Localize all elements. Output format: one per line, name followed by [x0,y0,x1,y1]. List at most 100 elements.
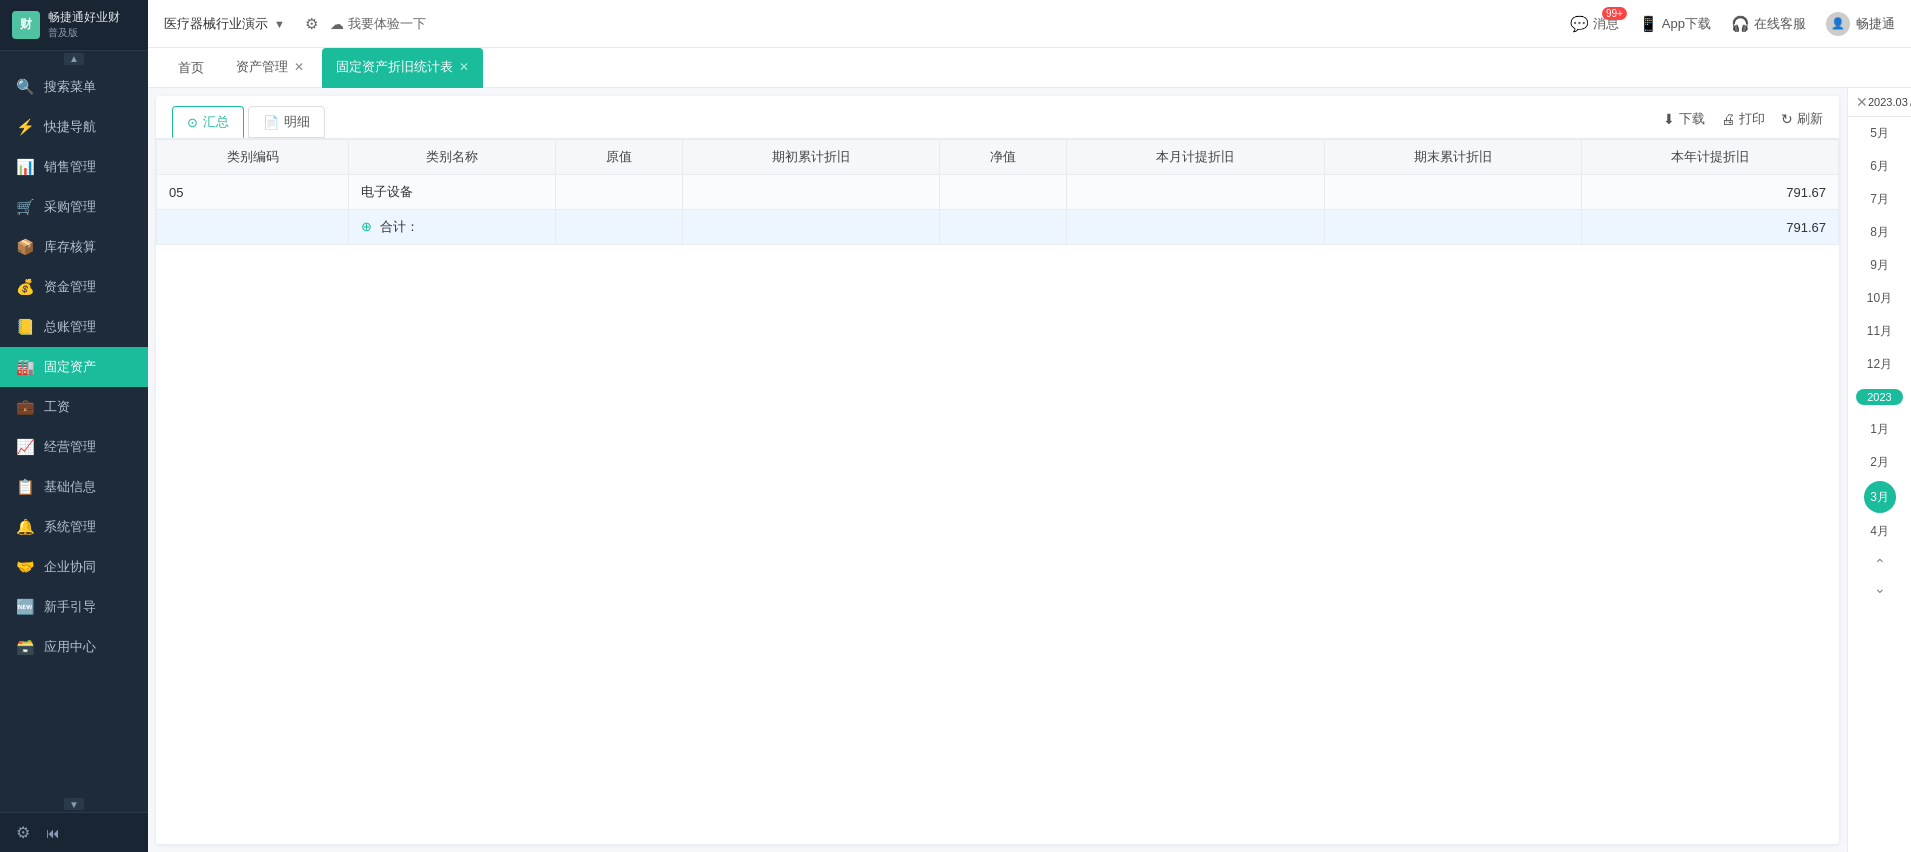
download-button[interactable]: ⬇ 下载 [1663,110,1705,128]
download-icon: ⬇ [1663,111,1675,127]
sidebar-label-fixed-assets: 固定资产 [44,358,96,376]
date-9[interactable]: 9月 [1848,249,1911,282]
month-12[interactable]: 12月 [1863,350,1896,379]
fixed-assets-icon: 🏭 [16,358,34,376]
online-service-button[interactable]: 🎧 在线客服 [1731,15,1806,33]
message-button[interactable]: 💬 消息 99+ [1570,15,1619,33]
purchase-icon: 🛒 [16,198,34,216]
date-1[interactable]: 1月 [1848,413,1911,446]
main-area: 医疗器械行业演示 ▼ ⚙ ☁ 我要体验一下 💬 消息 99+ 📱 App下载 🎧… [148,0,1911,852]
date-7[interactable]: 7月 [1848,183,1911,216]
refresh-button[interactable]: ↻ 刷新 [1781,110,1823,128]
tab-home[interactable]: 首页 [164,48,218,88]
year-badge-container: 2023 [1848,381,1911,413]
collapse-icon[interactable]: ⏮ [46,825,60,841]
sidebar-item-quick-nav[interactable]: ⚡ 快捷导航 [0,107,148,147]
sidebar-item-ledger[interactable]: 📒 总账管理 [0,307,148,347]
tab-fixed-asset-report-close[interactable]: ✕ [459,60,469,74]
sidebar-label-app-center: 应用中心 [44,638,96,656]
user-menu[interactable]: 👤 畅捷通 [1826,12,1895,36]
date-nav-up[interactable]: ⌃ [1848,552,1911,576]
tab-home-label: 首页 [178,59,204,77]
detail-tab-icon: 📄 [263,115,279,130]
sidebar-item-enterprise[interactable]: 🤝 企业协同 [0,547,148,587]
app-download-button[interactable]: 📱 App下载 [1639,15,1711,33]
col-code: 类别编码 [157,140,349,175]
col-annual-dep: 本年计提折旧 [1581,140,1838,175]
subtab-detail[interactable]: 📄 明细 [248,106,325,138]
topbar-gear-icon[interactable]: ⚙ [305,15,318,33]
right-panel-close-icon[interactable]: ✕ [1856,94,1868,110]
sidebar-item-inventory[interactable]: 📦 库存核算 [0,227,148,267]
date-8[interactable]: 8月 [1848,216,1911,249]
month-3-selected[interactable]: 3月 [1864,481,1896,513]
print-button[interactable]: 🖨 打印 [1721,110,1765,128]
date-3[interactable]: 3月 [1848,479,1911,515]
sidebar-item-payroll[interactable]: 💼 工资 [0,387,148,427]
depreciation-table: 类别编码 类别名称 原值 期初累计折旧 净值 本月计提折旧 期末累计折旧 本年计… [156,139,1839,245]
sidebar-item-finance[interactable]: 💰 资金管理 [0,267,148,307]
logo-sub: 普及版 [48,26,120,40]
sidebar-item-guide[interactable]: 🆕 新手引导 [0,587,148,627]
date-5[interactable]: 5月 [1848,117,1911,150]
sidebar-item-operations[interactable]: 📈 经营管理 [0,427,148,467]
row-original-value [555,175,682,210]
sidebar-item-basic-info[interactable]: 📋 基础信息 [0,467,148,507]
month-8[interactable]: 8月 [1866,218,1893,247]
total-text: 合计： [380,219,419,234]
date-nav-down[interactable]: ⌄ [1848,576,1911,600]
total-original-value [555,210,682,245]
sidebar-scroll-down[interactable]: ▼ [64,798,84,810]
user-avatar: 👤 [1826,12,1850,36]
col-original-value: 原值 [555,140,682,175]
month-7[interactable]: 7月 [1866,185,1893,214]
subtab-bar: ⊙ 汇总 📄 明细 ⬇ 下载 🖨 打印 [156,96,1839,139]
date-10[interactable]: 10月 [1848,282,1911,315]
tab-fixed-asset-report-label: 固定资产折旧统计表 [336,58,453,76]
company-dropdown-icon[interactable]: ▼ [274,18,285,30]
month-2[interactable]: 2月 [1866,448,1893,477]
month-1[interactable]: 1月 [1866,415,1893,444]
tab-asset-mgmt[interactable]: 资产管理 ✕ [222,48,318,88]
tab-asset-mgmt-close[interactable]: ✕ [294,60,304,74]
subtab-summary[interactable]: ⊙ 汇总 [172,106,244,138]
settings-icon[interactable]: ⚙ [16,823,30,842]
month-4[interactable]: 4月 [1866,517,1893,546]
row-monthly-dep [1067,175,1324,210]
message-icon: 💬 [1570,15,1589,33]
right-panel: ✕ 2023.03 ⤢ 5月 6月 7月 8月 9月 [1847,88,1911,852]
logo-text: 畅捷通好业财 [48,10,120,26]
sidebar-item-search[interactable]: 🔍 搜索菜单 [0,67,148,107]
tab-fixed-asset-report[interactable]: 固定资产折旧统计表 ✕ [322,48,483,88]
operations-icon: 📈 [16,438,34,456]
date-11[interactable]: 11月 [1848,315,1911,348]
tab-asset-mgmt-label: 资产管理 [236,58,288,76]
date-6[interactable]: 6月 [1848,150,1911,183]
sidebar-item-fixed-assets[interactable]: 🏭 固定资产 [0,347,148,387]
month-6[interactable]: 6月 [1866,152,1893,181]
month-5[interactable]: 5月 [1866,119,1893,148]
col-monthly-dep: 本月计提折旧 [1067,140,1324,175]
row-initial-dep [682,175,939,210]
ledger-icon: 📒 [16,318,34,336]
company-selector[interactable]: 医疗器械行业演示 ▼ [164,15,285,33]
month-9[interactable]: 9月 [1866,251,1893,280]
download-icon: 📱 [1639,15,1658,33]
sidebar-item-app-center[interactable]: 🗃️ 应用中心 [0,627,148,667]
sidebar-scroll-up[interactable]: ▲ [64,53,84,65]
date-4[interactable]: 4月 [1848,515,1911,548]
sidebar-label-search: 搜索菜单 [44,78,96,96]
sidebar-item-sales[interactable]: 📊 销售管理 [0,147,148,187]
date-12[interactable]: 12月 [1848,348,1911,381]
year-badge[interactable]: 2023 [1856,389,1903,405]
sidebar-item-system[interactable]: 🔔 系统管理 [0,507,148,547]
sidebar-label-finance: 资金管理 [44,278,96,296]
col-name: 类别名称 [349,140,555,175]
total-period-end-dep [1324,210,1581,245]
experience-button[interactable]: ☁ 我要体验一下 [330,15,426,33]
date-2[interactable]: 2月 [1848,446,1911,479]
month-10[interactable]: 10月 [1863,284,1896,313]
sidebar-label-enterprise: 企业协同 [44,558,96,576]
month-11[interactable]: 11月 [1863,317,1896,346]
sidebar-item-purchase[interactable]: 🛒 采购管理 [0,187,148,227]
